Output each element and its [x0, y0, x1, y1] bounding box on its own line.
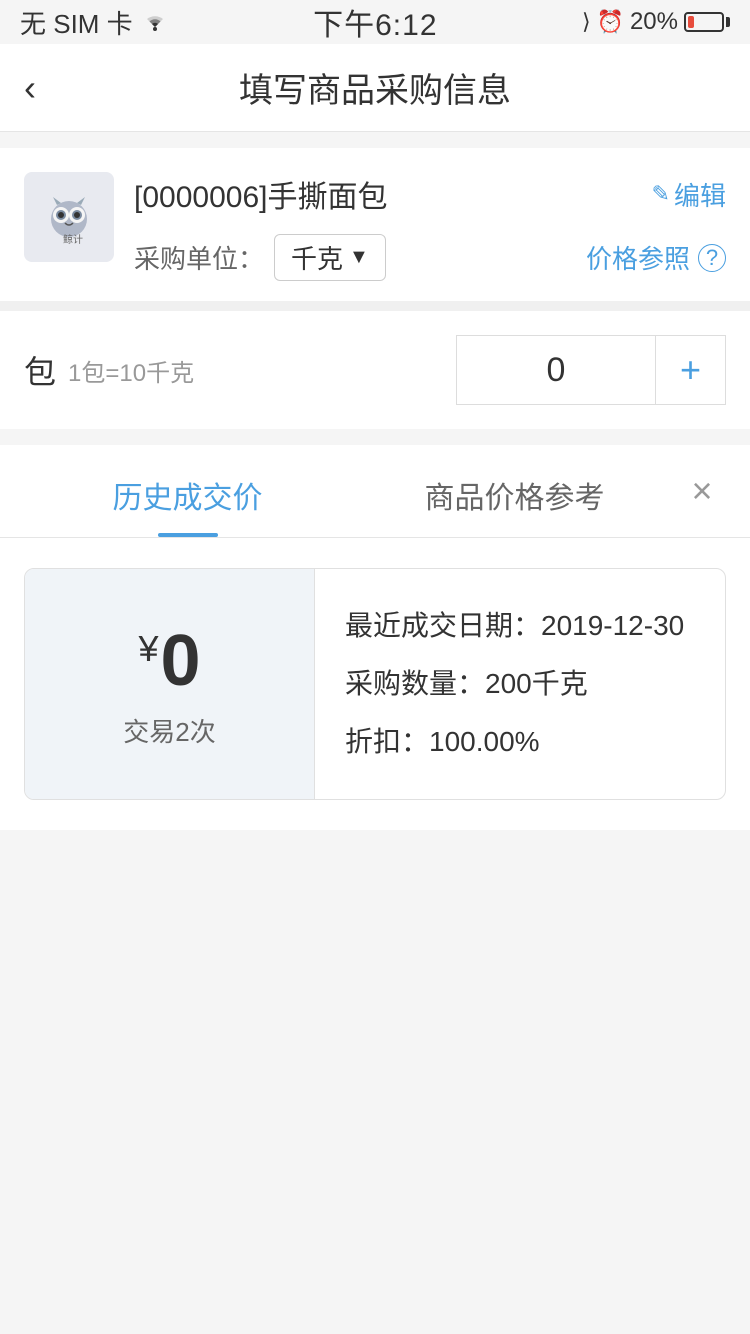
history-content: ¥ 0 交易2次 最近成交日期：2019-12-30 采购数量：200千克 折扣…: [0, 538, 750, 830]
tab-history-price[interactable]: 历史成交价: [24, 445, 351, 537]
tab-product-price-ref[interactable]: 商品价格参考: [351, 445, 678, 537]
product-name: [0000006]手撕面包: [134, 172, 387, 216]
edit-button[interactable]: ✎ 编辑: [652, 176, 726, 213]
help-icon: ?: [698, 244, 726, 272]
unit-select[interactable]: 千克 ▼: [274, 234, 386, 281]
edit-icon: ✎: [652, 181, 670, 207]
price-value: 0: [160, 620, 200, 702]
history-card: ¥ 0 交易2次 最近成交日期：2019-12-30 采购数量：200千克 折扣…: [24, 568, 726, 800]
price-ref-button[interactable]: 价格参照 ?: [586, 239, 726, 276]
quantity-plus-button[interactable]: +: [656, 335, 726, 405]
tab-bar: 历史成交价 商品价格参考 ×: [0, 445, 750, 538]
status-time: 下午6:12: [313, 0, 437, 44]
price-currency: ¥: [138, 628, 158, 670]
location-icon: ⟩: [582, 9, 591, 35]
dropdown-icon: ▼: [349, 246, 369, 269]
battery-percent: 20%: [630, 8, 678, 36]
tab-section: 历史成交价 商品价格参考 × ¥ 0 交易2次 最近成交日期：2019-12-3…: [0, 445, 750, 830]
quantity-input[interactable]: [456, 335, 656, 405]
quantity-section: 包 1包=10千克 +: [0, 311, 750, 429]
price-display: ¥ 0: [138, 620, 200, 702]
status-right: ⟩ ⏰ 20%: [582, 8, 730, 36]
back-button[interactable]: ‹: [24, 67, 36, 109]
unit-big: 包: [24, 347, 56, 393]
status-left: 无 SIM 卡: [20, 4, 169, 41]
sim-status: 无 SIM 卡: [20, 4, 133, 41]
wifi-icon: [141, 7, 169, 38]
purchase-qty: 采购数量：200千克: [345, 663, 695, 705]
svg-text:鲸计: 鲸计: [63, 233, 83, 246]
product-info: [0000006]手撕面包 ✎ 编辑 采购单位： 千克 ▼ 价格参照 ?: [134, 172, 726, 281]
alarm-icon: ⏰: [597, 9, 624, 35]
battery-indicator: [684, 12, 730, 32]
recent-date: 最近成交日期：2019-12-30: [345, 605, 695, 647]
nav-bar: ‹ 填写商品采购信息: [0, 44, 750, 132]
tab-close-button[interactable]: ×: [678, 467, 726, 515]
unit-label: 采购单位：: [134, 239, 264, 276]
trade-count: 交易2次: [123, 712, 215, 749]
discount: 折扣：100.00%: [345, 721, 695, 763]
product-section: 鲸计 [0000006]手撕面包 ✎ 编辑 采购单位： 千克 ▼: [0, 148, 750, 301]
product-image: 鲸计: [24, 172, 114, 262]
history-details-right: 最近成交日期：2019-12-30 采购数量：200千克 折扣：100.00%: [315, 569, 725, 799]
page-title: 填写商品采购信息: [239, 63, 511, 112]
section-divider: [0, 301, 750, 311]
quantity-control: +: [456, 335, 726, 405]
unit-note: 1包=10千克: [68, 353, 194, 388]
status-bar: 无 SIM 卡 下午6:12 ⟩ ⏰ 20%: [0, 0, 750, 44]
unit-label-group: 包 1包=10千克: [24, 347, 194, 393]
history-price-left: ¥ 0 交易2次: [25, 569, 315, 799]
